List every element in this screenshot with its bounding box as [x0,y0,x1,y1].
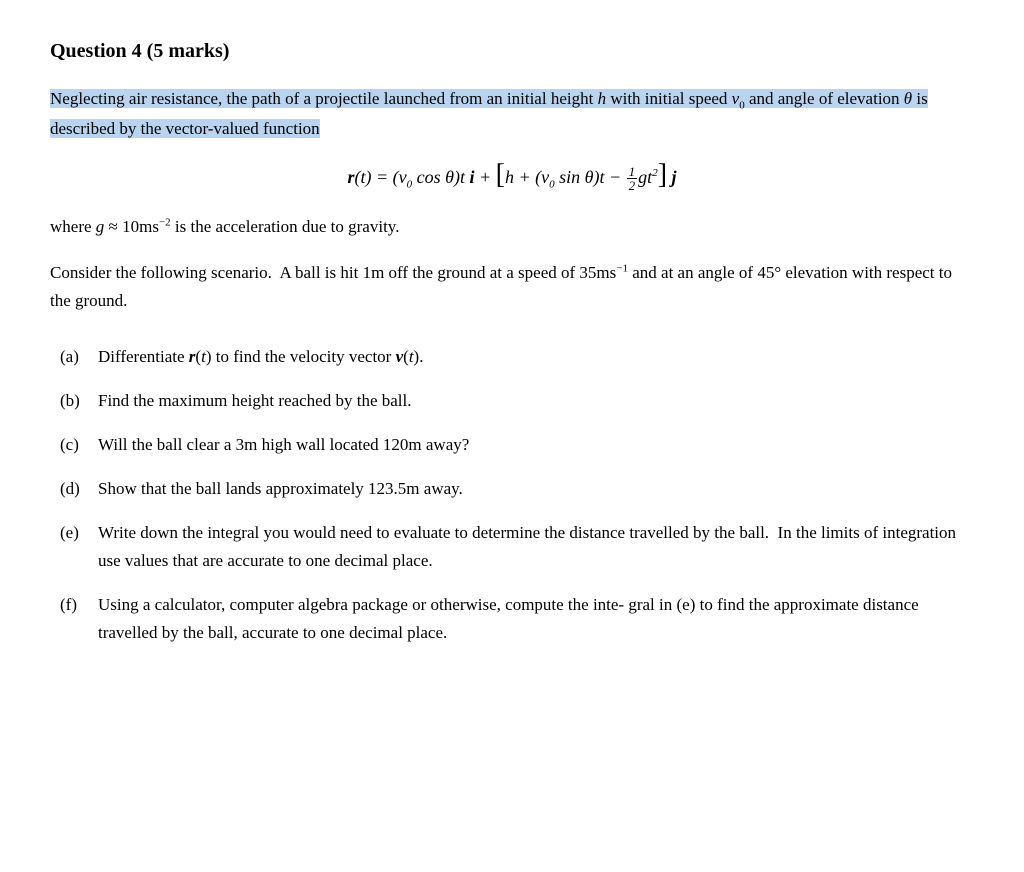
part-f-label: (f) [60,591,98,619]
part-c-text: Will the ball clear a 3m high wall locat… [98,431,974,459]
part-d-label: (d) [60,475,98,503]
part-b-label: (b) [60,387,98,415]
highlighted-intro: Neglecting air resistance, the path of a… [50,89,928,138]
part-a-text: Differentiate r(t) to find the velocity … [98,343,974,371]
part-d: (d) Show that the ball lands approximate… [60,475,974,503]
where-line: where g ≈ 10ms−2 is the acceleration due… [50,213,974,240]
part-e-text: Write down the integral you would need t… [98,519,974,575]
part-a: (a) Differentiate r(t) to find the veloc… [60,343,974,371]
part-b: (b) Find the maximum height reached by t… [60,387,974,415]
part-f: (f) Using a calculator, computer algebra… [60,591,974,647]
part-b-text: Find the maximum height reached by the b… [98,387,974,415]
intro-paragraph: Neglecting air resistance, the path of a… [50,85,974,143]
parts-list: (a) Differentiate r(t) to find the veloc… [60,343,974,647]
part-a-label: (a) [60,343,98,371]
part-d-text: Show that the ball lands approximately 1… [98,475,974,503]
part-e: (e) Write down the integral you would ne… [60,519,974,575]
part-e-label: (e) [60,519,98,547]
scenario-paragraph: Consider the following scenario. A ball … [50,259,974,315]
part-f-text: Using a calculator, computer algebra pac… [98,591,974,647]
part-c-label: (c) [60,431,98,459]
part-c: (c) Will the ball clear a 3m high wall l… [60,431,974,459]
formula-block: r(t) = (v0 cos θ)t i + [h + (v0 sin θ)t … [50,161,974,195]
question-title: Question 4 (5 marks) [50,40,974,63]
